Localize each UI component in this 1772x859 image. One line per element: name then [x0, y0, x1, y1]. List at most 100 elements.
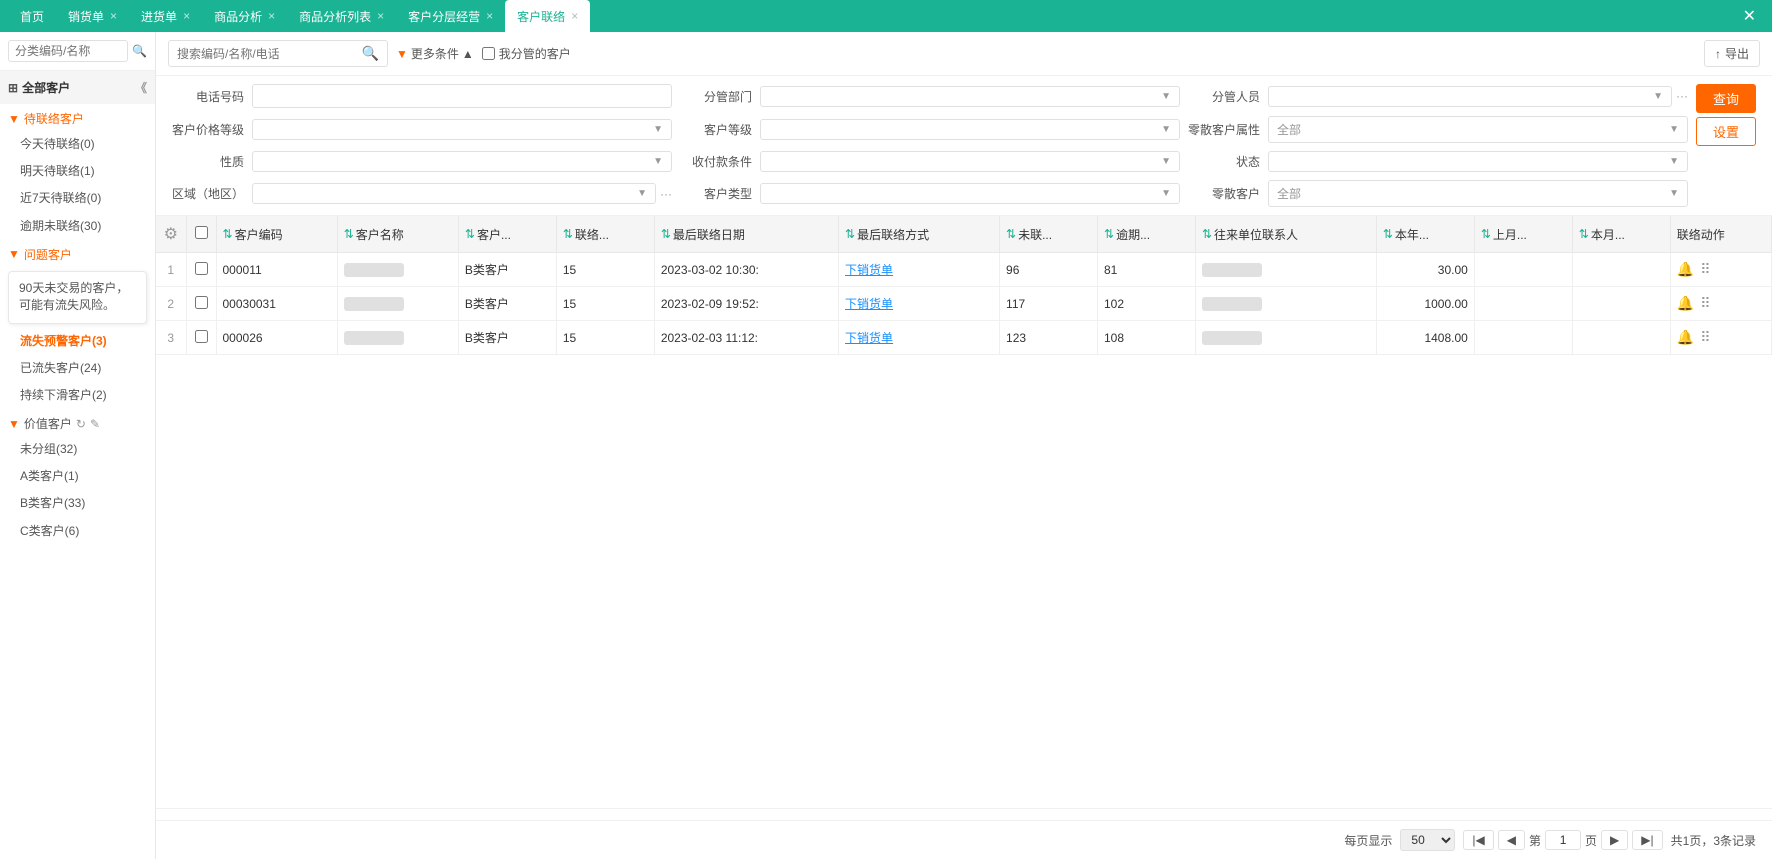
- filter-panel: 电话号码 分管部门 ▼ 分管人员: [156, 76, 1772, 216]
- sidebar-item-declining[interactable]: 持续下滑客户(2): [0, 382, 155, 409]
- more-actions-icon[interactable]: ⠿: [1700, 295, 1710, 312]
- sidebar-item-c-class[interactable]: C类客户(6): [0, 518, 155, 545]
- close-icon[interactable]: ×: [486, 9, 493, 23]
- query-button[interactable]: 查询: [1696, 84, 1756, 113]
- row-last-month: [1474, 253, 1572, 287]
- my-customers-check[interactable]: [482, 47, 495, 60]
- total-info: 共1页，3条记录: [1671, 832, 1756, 849]
- more-actions-icon[interactable]: ⠿: [1700, 329, 1710, 346]
- row-checkbox[interactable]: [186, 321, 216, 355]
- close-icon[interactable]: ×: [110, 9, 117, 23]
- chevron-down-icon: ▼: [653, 124, 663, 135]
- filter-select-nature[interactable]: ▼: [252, 151, 672, 172]
- close-icon[interactable]: ×: [183, 9, 190, 23]
- contact-icon[interactable]: 🔔: [1677, 329, 1694, 346]
- chevron-down-icon: ▼: [1161, 156, 1171, 167]
- th-last-contact-date: ⇅ 最后联络日期: [654, 216, 838, 253]
- export-button[interactable]: ↑ 导出: [1704, 40, 1760, 67]
- tab-customer-contact[interactable]: 客户联络 ×: [505, 0, 590, 32]
- column-settings-icon[interactable]: ⚙: [164, 226, 178, 243]
- row-last-contact-way[interactable]: 下销货单: [839, 321, 1000, 355]
- tab-customer-layering[interactable]: 客户分层经营 ×: [396, 0, 505, 32]
- th-contact: ⇅ 联络...: [556, 216, 654, 253]
- close-icon[interactable]: ×: [377, 9, 384, 23]
- filter-select-manager[interactable]: ▼: [1268, 86, 1672, 107]
- my-customers-checkbox[interactable]: 我分管的客户: [482, 45, 571, 62]
- sidebar-item-ungrouped[interactable]: 未分组(32): [0, 436, 155, 463]
- filter-select-cust-type[interactable]: ▼: [760, 183, 1180, 204]
- close-icon[interactable]: ×: [571, 9, 578, 23]
- filter-search-button[interactable]: 🔍: [362, 45, 379, 62]
- settings-button[interactable]: 设置: [1696, 117, 1756, 146]
- row-this-year: 30.00: [1376, 253, 1474, 287]
- sidebar-item-tomorrow-pending[interactable]: 明天待联络(1): [0, 158, 155, 185]
- row-action: 🔔 ⠿: [1670, 287, 1771, 321]
- first-page-button[interactable]: |◀: [1463, 830, 1493, 850]
- filter-row-1: 电话号码 分管部门 ▼ 分管人员: [172, 84, 1688, 108]
- export-icon: ↑: [1715, 47, 1721, 61]
- arrow-down-icon: ▼: [8, 112, 20, 126]
- filter-field-retail: 零散客户 全部 ▼: [1188, 180, 1688, 207]
- contact-icon[interactable]: 🔔: [1677, 261, 1694, 278]
- filter-select-region[interactable]: ▼: [252, 183, 656, 204]
- next-page-button[interactable]: ▶: [1601, 830, 1628, 850]
- select-all-checkbox[interactable]: [195, 226, 208, 239]
- sidebar-item-overdue-pending[interactable]: 逾期未联络(30): [0, 213, 155, 240]
- last-page-button[interactable]: ▶|: [1632, 830, 1662, 850]
- tab-purchase[interactable]: 进货单 ×: [129, 0, 202, 32]
- window-close-button[interactable]: ✕: [1735, 2, 1764, 30]
- current-page-input[interactable]: [1545, 830, 1581, 850]
- sidebar-group-problem[interactable]: ▼ 问题客户: [0, 240, 155, 267]
- filter-more-region-btn[interactable]: ···: [660, 187, 672, 201]
- row-last-contact-way[interactable]: 下销货单: [839, 287, 1000, 321]
- sort-icon: ⇅: [1383, 227, 1393, 241]
- sidebar-group-pending[interactable]: ▼ 待联络客户: [0, 104, 155, 131]
- sidebar-item-b-class[interactable]: B类客户(33): [0, 490, 155, 517]
- close-icon[interactable]: ×: [268, 9, 275, 23]
- filter-input-phone[interactable]: [252, 84, 672, 108]
- filter-select-dept[interactable]: ▼: [760, 86, 1180, 107]
- th-overdue: ⇅ 逾期...: [1098, 216, 1196, 253]
- refresh-icon[interactable]: ↻: [76, 417, 86, 431]
- per-page-select[interactable]: 50 20 100: [1400, 829, 1455, 851]
- sidebar-item-churn-warning[interactable]: 流失预警客户(3): [0, 328, 155, 355]
- contact-icon[interactable]: 🔔: [1677, 295, 1694, 312]
- tab-product-analysis[interactable]: 商品分析 ×: [202, 0, 287, 32]
- row-checkbox[interactable]: [186, 287, 216, 321]
- collapse-icon[interactable]: 《: [135, 79, 147, 96]
- filter-field-region: 区域（地区） ▼ ···: [172, 183, 672, 204]
- row-last-contact-way[interactable]: 下销货单: [839, 253, 1000, 287]
- filter-more-btn[interactable]: ···: [1676, 89, 1688, 103]
- sidebar-all-customers[interactable]: ⊞ 全部客户 《: [0, 71, 155, 104]
- filter-select-status[interactable]: ▼: [1268, 151, 1688, 172]
- filter-select-price-grade[interactable]: ▼: [252, 119, 672, 140]
- more-conditions-toggle[interactable]: ▼ 更多条件 ▲: [396, 45, 474, 62]
- more-actions-icon[interactable]: ⠿: [1700, 261, 1710, 278]
- tab-product-analysis-list[interactable]: 商品分析列表 ×: [287, 0, 396, 32]
- tab-home[interactable]: 首页: [8, 0, 56, 32]
- filter-search-input[interactable]: [177, 47, 362, 61]
- sidebar-search-input[interactable]: [8, 40, 128, 62]
- arrow-down-icon[interactable]: ▼: [8, 417, 20, 431]
- edit-icon[interactable]: ✎: [90, 417, 100, 431]
- sidebar-item-a-class[interactable]: A类客户(1): [0, 463, 155, 490]
- filter-select-cust-grade[interactable]: ▼: [760, 119, 1180, 140]
- row-seq: 1: [156, 253, 186, 287]
- filter-label-price-grade: 客户价格等级: [172, 121, 252, 138]
- content-area: 🔍 ▼ 更多条件 ▲ 我分管的客户 ↑ 导出: [156, 32, 1772, 859]
- filter-field-manager: 分管人员 ▼ ···: [1188, 86, 1688, 107]
- tab-sales[interactable]: 销货单 ×: [56, 0, 129, 32]
- row-checkbox[interactable]: [186, 253, 216, 287]
- filter-select-retail[interactable]: 全部 ▼: [1268, 180, 1688, 207]
- sidebar-item-churned[interactable]: 已流失客户(24): [0, 355, 155, 382]
- sidebar-item-7days-pending[interactable]: 近7天待联络(0): [0, 185, 155, 212]
- filter-select-retail-attr[interactable]: 全部 ▼: [1268, 116, 1688, 143]
- window-controls: ✕: [1735, 2, 1764, 30]
- row-name: [337, 253, 458, 287]
- prev-page-button[interactable]: ◀: [1498, 830, 1525, 850]
- row-type: B类客户: [458, 321, 556, 355]
- sidebar-item-today-pending[interactable]: 今天待联络(0): [0, 131, 155, 158]
- filter-select-payment[interactable]: ▼: [760, 151, 1180, 172]
- chevron-down-icon: ▼: [1653, 91, 1663, 102]
- search-icon: 🔍: [132, 44, 147, 58]
